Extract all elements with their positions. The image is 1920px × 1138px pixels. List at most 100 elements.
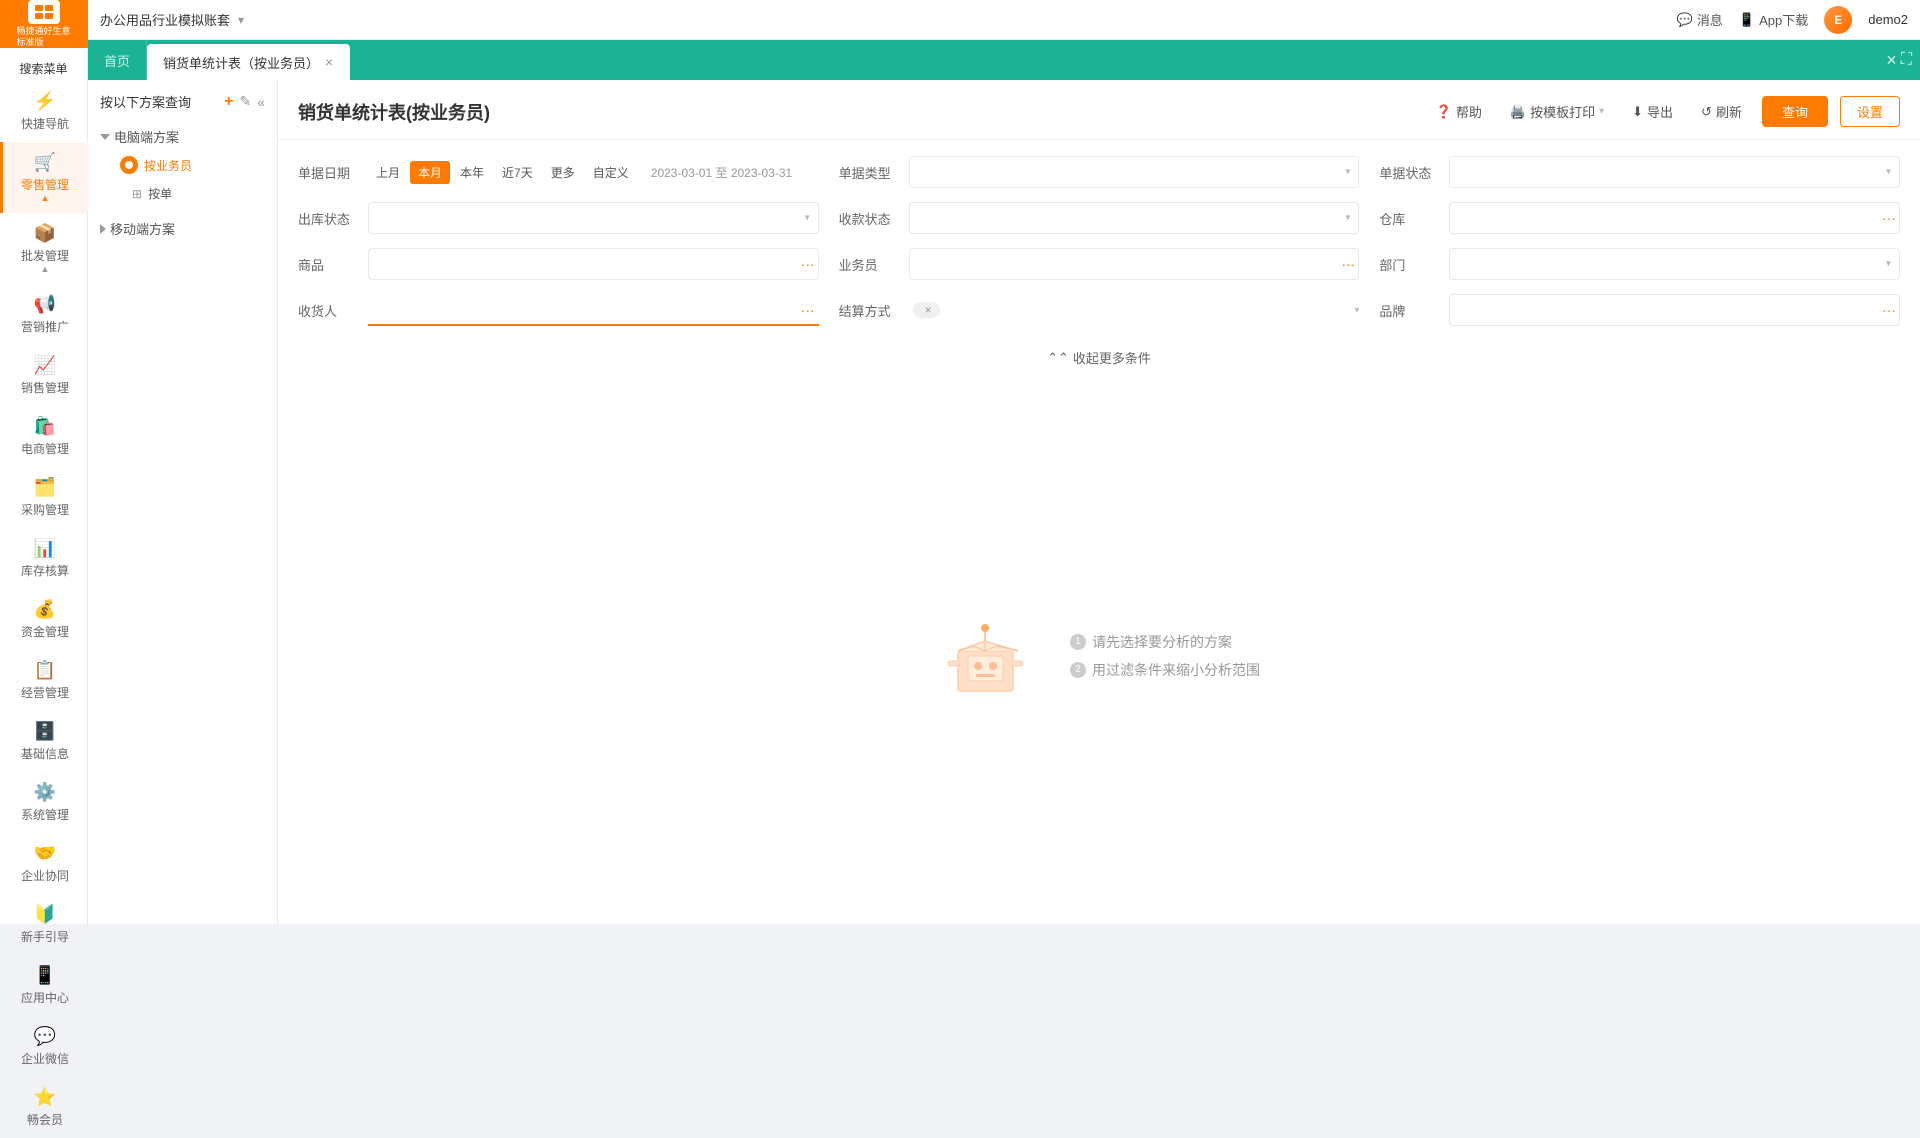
sidebar-item-sales[interactable]: 📈 销售管理 [0,345,88,406]
doc-status-select[interactable]: ▾ [1449,156,1900,188]
filter-area: 单据日期 上月 本月 本年 近7天 更多 自定义 2023-03-01 至 20… [278,140,1920,387]
settings-button[interactable]: 设置 [1840,96,1900,127]
warehouse-input[interactable] [1449,202,1900,234]
warehouse-dots-icon[interactable]: ··· [1882,210,1896,226]
sidebar-item-appstore[interactable]: 📱 应用中心 [0,955,88,1016]
app-logo[interactable]: 畅捷通好生意 标准版 [0,0,88,48]
collapse-more-button[interactable]: ⌃⌃ 收起更多条件 [298,340,1900,371]
search-menu[interactable]: 搜索菜单 [0,48,88,81]
edit-scheme-icon[interactable]: ✎ [239,93,251,110]
sidebar-item-basic[interactable]: 🗄️ 基础信息 [0,711,88,772]
sidebar-item-inventory[interactable]: 📊 库存核算 [0,528,88,589]
sidebar-item-purchase[interactable]: 🗂️ 采购管理 [0,467,88,528]
goods-input[interactable] [368,248,819,280]
step-2-icon: 2 [1070,662,1086,678]
doc-status-label: 单据状态 [1379,163,1449,182]
refresh-button[interactable]: ↺ 刷新 [1693,98,1750,125]
tab-sales-stat[interactable]: 销货单统计表（按业务员） × [147,44,350,80]
corp-icon: 🤝 [34,843,56,864]
purchase-icon: 🗂️ [34,477,56,498]
system-icon: ⚙️ [34,782,56,803]
appstore-icon: 📱 [34,965,56,986]
sidebar-item-shortcut[interactable]: ⚡ 快捷导航 [0,81,88,142]
collapse-panel-icon[interactable]: « [257,94,265,110]
sidebar-item-newbie[interactable]: 🔰 新手引导 [0,894,88,955]
left-panel-actions: + ✎ « [224,93,265,111]
warehouse-control: ··· [1449,202,1900,234]
query-button[interactable]: 查询 [1762,96,1828,127]
main-area: 办公用品行业模拟账套 ▾ 💬 消息 📱 App下载 E demo2 首页 销货单… [88,0,1920,924]
topbar-message[interactable]: 💬 消息 [1677,10,1723,29]
sidebar-item-finance[interactable]: 💰 资金管理 [0,589,88,650]
clear-tag-close-icon[interactable]: × [925,303,932,317]
goods-dots-icon[interactable]: ··· [801,256,815,272]
doc-type-select[interactable]: ▾ [909,156,1360,188]
sidebar-item-corp[interactable]: 🤝 企业协同 [0,833,88,894]
sidebar-item-system[interactable]: ⚙️ 系统管理 [0,772,88,833]
filter-goods: 商品 ··· [298,248,819,280]
vip-icon: ⭐ [34,1087,56,1108]
filter-receiver: 收货人 ··· [298,294,819,326]
sidebar-item-operation[interactable]: 📋 经营管理 [0,650,88,711]
sidebar-item-corp-wechat[interactable]: 💬 企业微信 [0,1016,88,1077]
print-button[interactable]: 🖨️ 按模板打印 ▾ [1502,98,1612,125]
date-tab-custom[interactable]: 自定义 [585,161,637,184]
message-icon: 💬 [1677,12,1693,28]
salesman-input[interactable] [909,248,1360,280]
scheme-group-pc-header[interactable]: 电脑端方案 [88,123,277,150]
brand-input[interactable] [1449,294,1900,326]
doc-status-arrow-icon: ▾ [1886,167,1891,178]
tab-maximize-icon[interactable]: ⛶ [1901,51,1912,69]
finance-icon: 💰 [34,599,56,620]
sidebar-item-wholesale[interactable]: 📦 批发管理 ▲ [0,213,88,284]
salesman-dots-icon[interactable]: ··· [1341,256,1355,272]
department-select[interactable]: ▾ [1449,248,1900,280]
phone-icon: 📱 [1739,12,1755,28]
date-tabs: 上月 本月 本年 近7天 更多 自定义 [368,161,637,184]
tab-close-all-icon[interactable]: × [1886,50,1897,71]
payment-method-tag: × [913,302,940,318]
sidebar-item-marketing[interactable]: 📢 营销推广 [0,284,88,345]
chevron-right-icon [100,224,106,234]
receiver-dots-icon[interactable]: ··· [801,302,815,318]
date-tab-last-month[interactable]: 上月 [368,161,408,184]
filter-out-status: 出库状态 ▾ [298,202,819,234]
user-avatar[interactable]: E [1824,6,1852,34]
tab-close-icon[interactable]: × [325,54,333,70]
brand-label: 品牌 [1379,301,1449,320]
empty-illustration [938,606,1038,706]
refresh-icon: ↺ [1701,104,1712,120]
app-logo-text: 畅捷通好生意 标准版 [16,26,70,48]
tab-home[interactable]: 首页 [88,40,147,80]
sidebar-item-vip[interactable]: ⭐ 畅会员 [0,1077,88,1138]
topbar-left: 办公用品行业模拟账套 ▾ [100,10,244,29]
date-tab-last-7[interactable]: 近7天 [494,161,541,184]
add-scheme-icon[interactable]: + [224,93,233,111]
date-tab-this-year[interactable]: 本年 [452,161,492,184]
sales-icon: 📈 [34,355,56,376]
date-range-text: 2023-03-01 至 2023-03-31 [651,164,792,181]
export-button[interactable]: ⬇ 导出 [1624,98,1681,125]
receiver-label: 收货人 [298,301,368,320]
scheme-group-mobile-header[interactable]: 移动端方案 [88,215,277,242]
sidebar-item-retail[interactable]: 🛒 零售管理 ▲ [0,142,88,213]
sub-icon: ⊞ [132,187,142,201]
user-name[interactable]: demo2 [1868,12,1908,27]
date-tab-this-month[interactable]: 本月 [410,161,450,184]
receiver-input[interactable] [368,294,819,326]
sidebar-item-ecommerce[interactable]: 🛍️ 电商管理 [0,406,88,467]
topbar-dropdown-icon[interactable]: ▾ [238,13,244,27]
help-button[interactable]: ❓ 帮助 [1428,98,1490,125]
topbar-app-download[interactable]: 📱 App下载 [1739,10,1808,29]
topbar-right: 💬 消息 📱 App下载 E demo2 [1677,6,1908,34]
empty-text: 1 请先选择要分析的方案 2 用过滤条件来缩小分析范围 [1070,628,1260,684]
topbar-title: 办公用品行业模拟账套 [100,10,230,29]
goods-label: 商品 [298,255,368,274]
date-tab-more[interactable]: 更多 [543,161,583,184]
pay-status-select[interactable]: ▾ [909,202,1360,234]
scheme-subitem-by-order[interactable]: ⊞ 按单 [88,180,277,207]
out-status-select[interactable]: ▾ [368,202,819,234]
brand-dots-icon[interactable]: ··· [1882,302,1896,318]
salesman-label: 业务员 [839,255,909,274]
scheme-item-by-salesman[interactable]: 按业务员 [88,150,277,180]
